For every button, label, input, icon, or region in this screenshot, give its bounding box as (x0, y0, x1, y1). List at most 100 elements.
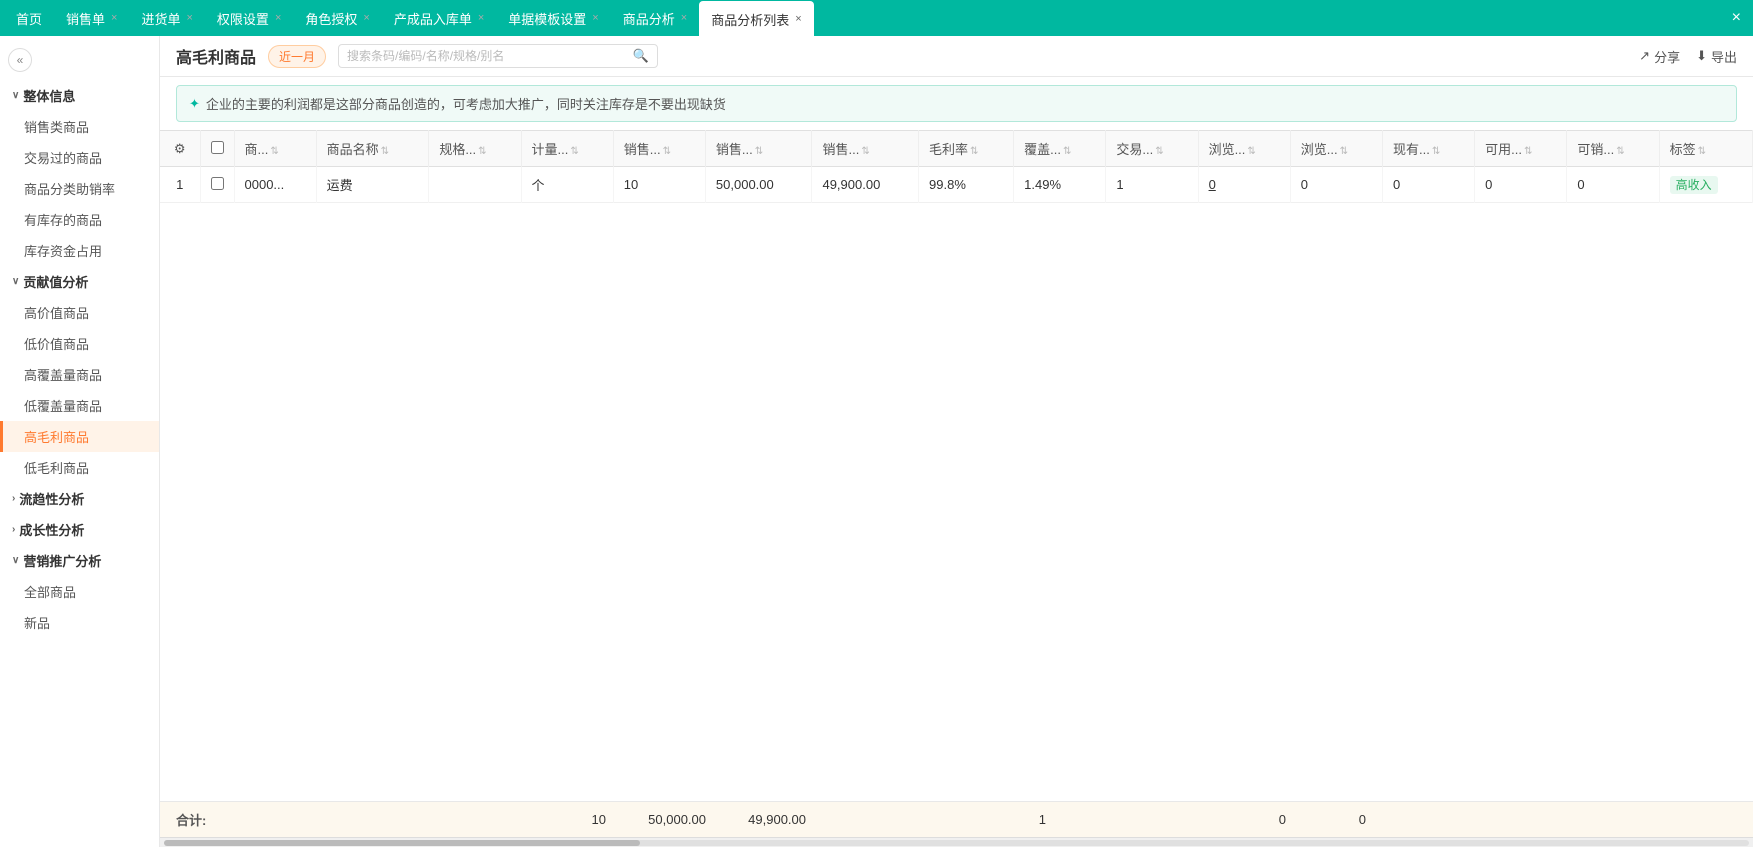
sort-icon-grossMargin[interactable]: ⇅ (970, 146, 978, 157)
cell-saleStock-0: 0 (1567, 167, 1659, 203)
close-all-button[interactable]: × (1732, 9, 1749, 27)
cell-checkbox-0[interactable] (200, 167, 234, 203)
sort-icon-unit[interactable]: ⇅ (570, 146, 578, 157)
sort-icon-saleQty[interactable]: ⇅ (663, 146, 671, 157)
sort-icon-tag[interactable]: ⇅ (1698, 146, 1706, 157)
select-all-checkbox[interactable] (211, 141, 224, 154)
cell-coverage-0: 1.49% (1014, 167, 1106, 203)
nav-label: 单据模板设置 (508, 9, 586, 28)
nav-item-7[interactable]: 商品分析× (611, 0, 699, 36)
sort-icon-tradeTimes[interactable]: ⇅ (1155, 146, 1163, 157)
sort-icon-currentStock[interactable]: ⇅ (1432, 146, 1440, 157)
cell-availStock-0: 0 (1475, 167, 1567, 203)
cell-name-0: 运费 (316, 167, 429, 203)
sort-icon-availStock[interactable]: ⇅ (1524, 146, 1532, 157)
th-saleStock: 可销...⇅ (1567, 131, 1659, 167)
sidebar-item-1-3[interactable]: 低覆盖量商品 (0, 390, 159, 421)
table-wrapper: ⚙商...⇅商品名称⇅规格...⇅计量...⇅销售...⇅销售...⇅销售...… (160, 130, 1753, 801)
nav-close-icon[interactable]: × (795, 13, 801, 25)
nav-close-icon[interactable]: × (681, 12, 687, 24)
sort-icon-browse2[interactable]: ⇅ (1340, 146, 1348, 157)
search-input[interactable] (347, 49, 629, 63)
sidebar-group-2[interactable]: ›流趋性分析 (0, 483, 159, 514)
nav-close-icon[interactable]: × (478, 12, 484, 24)
sort-icon-coverage[interactable]: ⇅ (1063, 146, 1071, 157)
sidebar-group-3[interactable]: › 成长性分析 (0, 514, 159, 545)
sidebar-item-1-5[interactable]: 低毛利商品 (0, 452, 159, 483)
table-body: 10000...运费个1050,000.0049,900.0099.8%1.49… (160, 167, 1753, 203)
nav-item-0[interactable]: 首页 (4, 0, 54, 36)
nav-close-icon[interactable]: × (186, 12, 192, 24)
footer-sale-amt: 50,000.00 (616, 812, 716, 827)
sidebar-item-1-4[interactable]: 高毛利商品 (0, 421, 159, 452)
sidebar-item-0-0[interactable]: 销售类商品 (0, 111, 159, 142)
sidebar-item-4-0[interactable]: 全部商品 (0, 576, 159, 607)
search-icon[interactable]: 🔍 (633, 48, 649, 64)
sort-icon-spec[interactable]: ⇅ (478, 146, 486, 157)
sort-icon-saleAmt[interactable]: ⇅ (755, 146, 763, 157)
nav-close-icon[interactable]: × (275, 12, 281, 24)
sidebar-item-0-2[interactable]: 商品分类助销率 (0, 173, 159, 204)
sidebar-item-1-2[interactable]: 高覆盖量商品 (0, 359, 159, 390)
sidebar-item-4-1[interactable]: 新品 (0, 607, 159, 638)
sidebar-item-1-1[interactable]: 低价值商品 (0, 328, 159, 359)
nav-close-icon[interactable]: × (111, 12, 117, 24)
sort-icon-saleStock[interactable]: ⇅ (1616, 146, 1624, 157)
sidebar-item-0-4[interactable]: 库存资金占用 (0, 235, 159, 266)
nav-label: 角色授权 (305, 9, 357, 28)
sidebar-item-0-1[interactable]: 交易过的商品 (0, 142, 159, 173)
nav-label: 权限设置 (217, 9, 269, 28)
sort-icon-saleProfit[interactable]: ⇅ (861, 146, 869, 157)
sidebar-group-4[interactable]: ∨营销推广分析 (0, 545, 159, 576)
th-spec: 规格...⇅ (429, 131, 521, 167)
row-checkbox[interactable] (211, 177, 224, 190)
sort-icon-code[interactable]: ⇅ (270, 146, 278, 157)
sort-icon-browse1[interactable]: ⇅ (1247, 146, 1255, 157)
sidebar-group-1[interactable]: ∨贡献值分析 (0, 266, 159, 297)
th-saleQty: 销售...⇅ (613, 131, 705, 167)
nav-item-5[interactable]: 产成品入库单× (382, 0, 496, 36)
arrow-icon: › (12, 524, 15, 535)
top-nav: 首页销售单×进货单×权限设置×角色授权×产成品入库单×单据模板设置×商品分析×商… (0, 0, 1753, 36)
sidebar-item-0-3[interactable]: 有库存的商品 (0, 204, 159, 235)
nav-item-8[interactable]: 商品分析列表× (699, 1, 813, 36)
settings-icon[interactable]: ⚙ (174, 141, 186, 156)
th-unit: 计量...⇅ (521, 131, 613, 167)
nav-item-1[interactable]: 销售单× (54, 0, 129, 36)
nav-label: 进货单 (141, 9, 180, 28)
sidebar-item-1-0[interactable]: 高价值商品 (0, 297, 159, 328)
cell-saleAmt-0: 50,000.00 (705, 167, 812, 203)
cell-currentStock-0: 0 (1382, 167, 1474, 203)
main-content: 高毛利商品 近一月 🔍 ↗ 分享 ⬇ 导出 (160, 36, 1753, 847)
footer-avail-stock: 0 (1296, 812, 1376, 827)
nav-close-icon[interactable]: × (592, 12, 598, 24)
cell-spec-0 (429, 167, 521, 203)
footer-current-stock: 0 (1216, 812, 1296, 827)
browse1-link[interactable]: 0 (1209, 177, 1216, 192)
cell-tag-0: 高收入 (1659, 167, 1752, 203)
sidebar: « ∨整体信息销售类商品交易过的商品商品分类助销率有库存的商品库存资金占用∨贡献… (0, 36, 160, 847)
export-button[interactable]: ⬇ 导出 (1696, 47, 1737, 66)
th-seq: ⚙ (160, 131, 200, 167)
th-tradeTimes: 交易...⇅ (1106, 131, 1198, 167)
share-icon: ↗ (1639, 48, 1650, 64)
footer-sale-profit: 49,900.00 (716, 812, 816, 827)
th-tag: 标签⇅ (1659, 131, 1752, 167)
horizontal-scrollbar[interactable] (160, 837, 1753, 847)
collapse-sidebar-button[interactable]: « (8, 48, 32, 72)
nav-item-2[interactable]: 进货单 × (129, 0, 204, 36)
content-header: 高毛利商品 近一月 🔍 ↗ 分享 ⬇ 导出 (160, 36, 1753, 77)
share-button[interactable]: ↗ 分享 (1639, 47, 1680, 66)
arrow-icon: ∨ (12, 276, 19, 287)
sort-icon-name[interactable]: ⇅ (381, 146, 389, 157)
nav-item-4[interactable]: 角色授权 × (293, 0, 381, 36)
info-banner: ✦ 企业的主要的利润都是这部分商品创造的，可考虑加大推广，同时关注库存是不要出现… (176, 85, 1737, 122)
nav-item-3[interactable]: 权限设置 × (205, 0, 293, 36)
filter-recent-month-button[interactable]: 近一月 (268, 45, 326, 68)
sidebar-group-label: 成长性分析 (19, 520, 84, 539)
sidebar-group-0[interactable]: ∨整体信息 (0, 80, 159, 111)
nav-close-icon[interactable]: × (363, 12, 369, 24)
arrow-icon: ∨ (12, 555, 19, 566)
nav-item-6[interactable]: 单据模板设置 × (496, 0, 610, 36)
info-banner-text: 企业的主要的利润都是这部分商品创造的，可考虑加大推广，同时关注库存是不要出现缺货 (206, 94, 726, 113)
